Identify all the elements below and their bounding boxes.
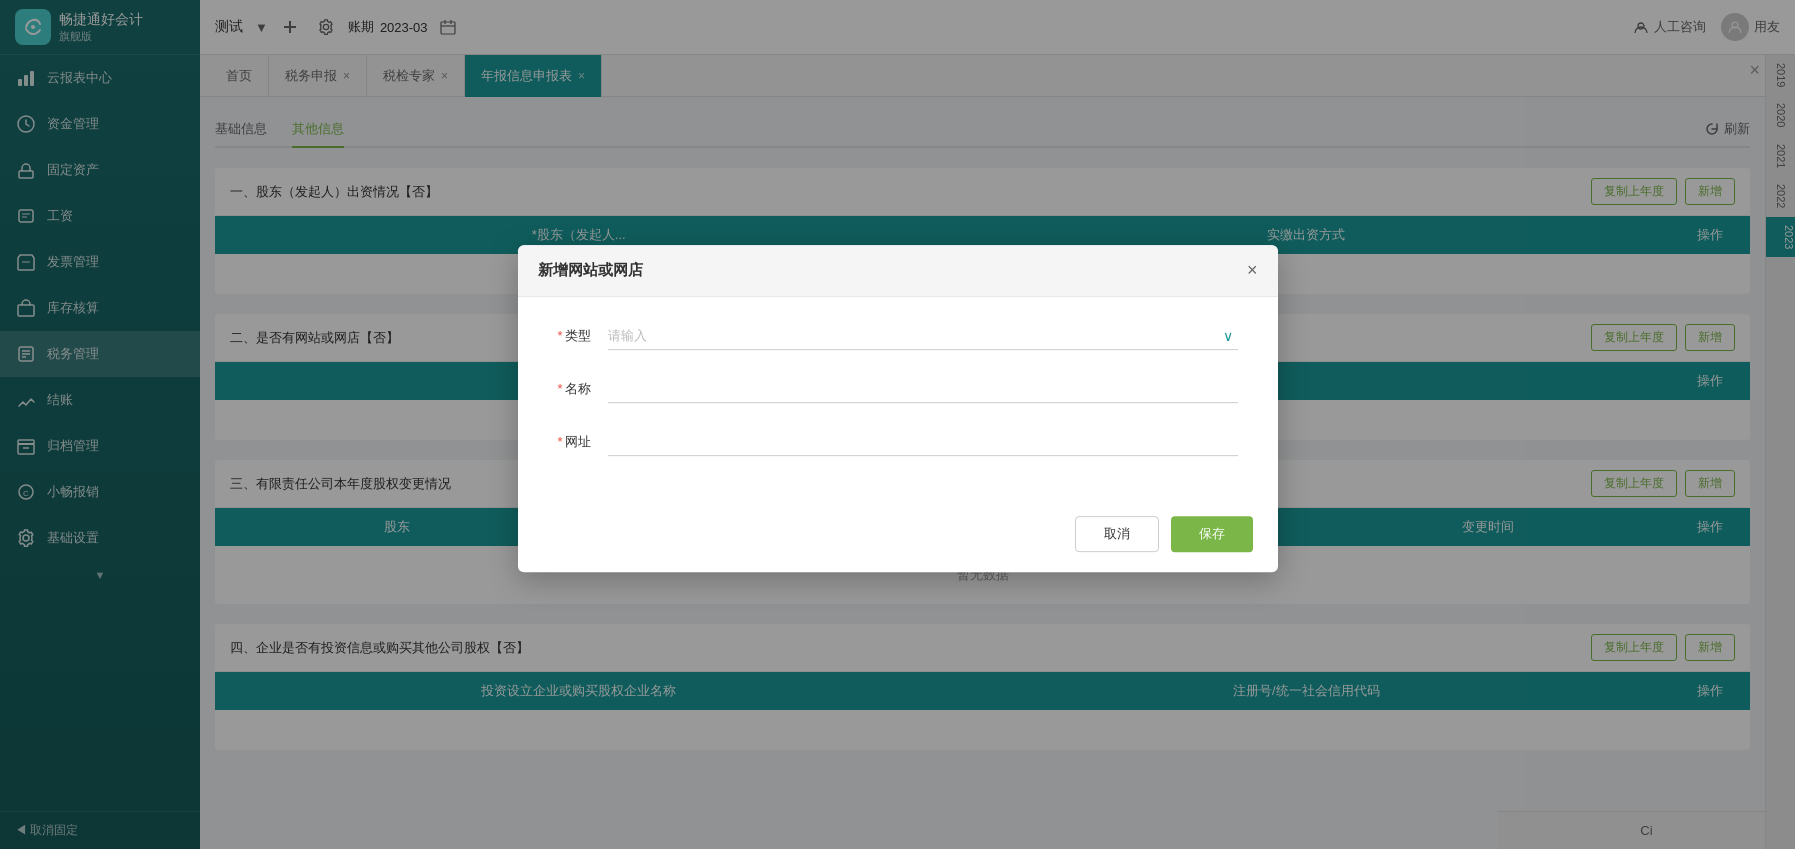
- name-label: *名称: [558, 380, 608, 398]
- modal-footer: 取消 保存: [518, 501, 1278, 572]
- form-row-type: *类型 ∨: [558, 322, 1238, 350]
- type-label: *类型: [558, 327, 608, 345]
- name-input[interactable]: [608, 375, 1238, 403]
- type-input-wrap: ∨: [608, 322, 1238, 350]
- form-row-name: *名称: [558, 375, 1238, 403]
- form-row-url: *网址: [558, 428, 1238, 456]
- modal-title: 新增网站或网店: [538, 261, 643, 280]
- url-input-wrap: [608, 428, 1238, 456]
- type-input[interactable]: [608, 322, 1238, 350]
- modal-header: 新增网站或网店 ×: [518, 245, 1278, 297]
- name-input-wrap: [608, 375, 1238, 403]
- add-website-modal: 新增网站或网店 × *类型 ∨ *名称 *网址: [518, 245, 1278, 572]
- cancel-button[interactable]: 取消: [1075, 516, 1159, 552]
- save-button[interactable]: 保存: [1171, 516, 1253, 552]
- modal-body: *类型 ∨ *名称 *网址: [518, 297, 1278, 501]
- url-input[interactable]: [608, 428, 1238, 456]
- modal-close-button[interactable]: ×: [1247, 261, 1258, 279]
- url-label: *网址: [558, 433, 608, 451]
